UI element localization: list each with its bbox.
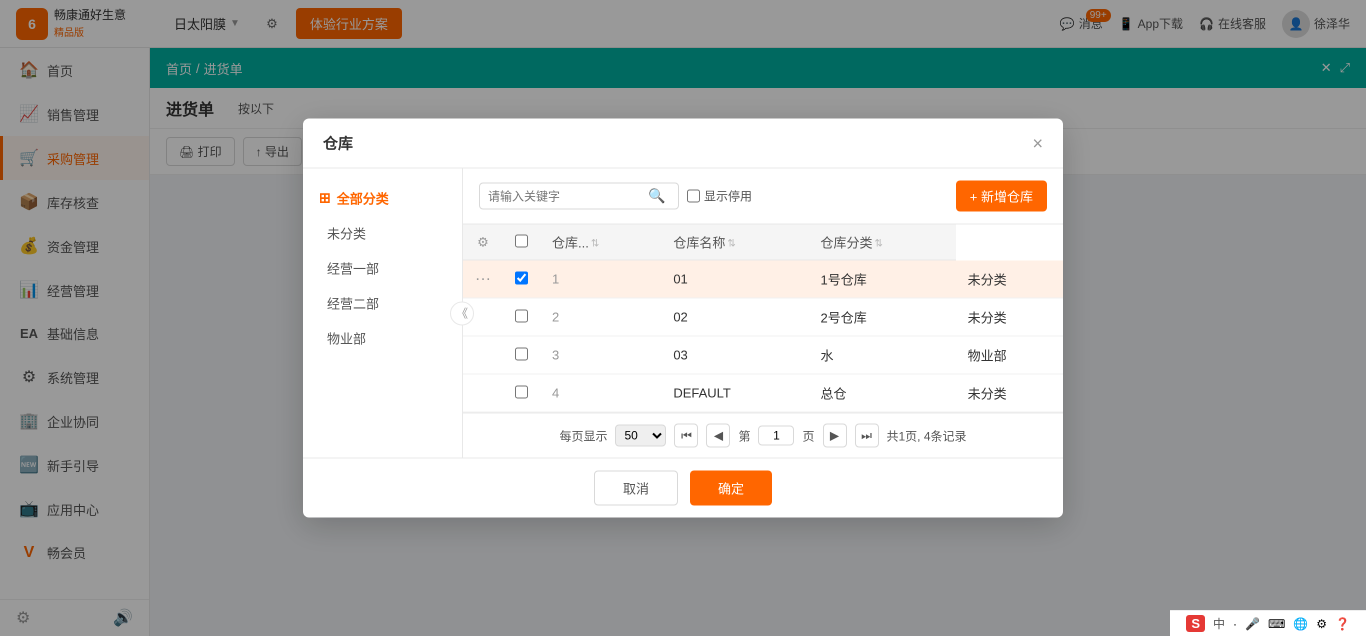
- s-icon: S: [1186, 615, 1205, 632]
- modal-title: 仓库: [323, 133, 353, 154]
- status-bar: S 中 · 🎤 ⌨ 🌐 ⚙ ❓: [1170, 610, 1366, 636]
- per-page-select[interactable]: 50 10 20 100: [615, 425, 666, 447]
- warehouse-table: ⚙ 仓库...⇅ 仓库名称⇅ 仓库分类⇅ ··· 1 01: [463, 225, 1063, 413]
- table-row[interactable]: 2 02 2号仓库 未分类: [463, 298, 1063, 336]
- row-num-1: 1: [540, 260, 661, 298]
- table-toolbar: 🔍 显示停用 + 新增仓库: [463, 169, 1063, 225]
- row-more[interactable]: ···: [463, 260, 503, 298]
- row-num-2: 2: [540, 298, 661, 336]
- collapse-category-button[interactable]: 《: [450, 301, 474, 325]
- row-num-4: 4: [540, 374, 661, 412]
- page-label: 第: [738, 427, 750, 444]
- page-number-input[interactable]: [758, 426, 794, 446]
- row-checkbox-3[interactable]: [503, 336, 540, 374]
- sort-icon-3: ⇅: [875, 239, 883, 250]
- search-icon[interactable]: 🔍: [648, 188, 665, 205]
- pagination: 每页显示 50 10 20 100 ⏮ ◀ 第 页 ▶ ⏭ 共1页, 4条记录: [463, 413, 1063, 458]
- confirm-button[interactable]: 确定: [690, 471, 772, 506]
- table-row[interactable]: ··· 1 01 1号仓库 未分类: [463, 260, 1063, 298]
- category-sidebar: ⊞ 全部分类 未分类 经营一部 经营二部 物业部 《: [303, 169, 463, 458]
- category-item-property[interactable]: 物业部: [303, 321, 462, 356]
- row-name-3: 水: [808, 336, 955, 374]
- row-category-3: 物业部: [956, 336, 1063, 374]
- warehouse-modal: 仓库 × ⊞ 全部分类 未分类 经营一部 经营二部 物业部 《 🔍: [303, 119, 1063, 518]
- col-category: 仓库分类⇅: [808, 225, 955, 261]
- first-page-button[interactable]: ⏮: [674, 424, 698, 448]
- col-checkbox: [503, 225, 540, 261]
- total-info: 共1页, 4条记录: [887, 427, 967, 444]
- category-header[interactable]: ⊞ 全部分类: [303, 181, 462, 216]
- table-header: ⚙ 仓库...⇅ 仓库名称⇅ 仓库分类⇅: [463, 225, 1063, 261]
- select-all-checkbox[interactable]: [515, 234, 528, 247]
- warehouse-table-wrapper: ⚙ 仓库...⇅ 仓库名称⇅ 仓库分类⇅ ··· 1 01: [463, 225, 1063, 413]
- last-page-button[interactable]: ⏭: [855, 424, 879, 448]
- prev-page-button[interactable]: ◀: [706, 424, 730, 448]
- cancel-button[interactable]: 取消: [594, 471, 678, 506]
- grid-icon: ⊞: [319, 190, 331, 207]
- modal-header: 仓库 ×: [303, 119, 1063, 169]
- chinese-icon: 中: [1213, 615, 1225, 632]
- per-page-label: 每页显示: [559, 427, 607, 444]
- search-box: 🔍: [479, 183, 679, 210]
- row-code-3: 03: [661, 336, 808, 374]
- row-checkbox-2[interactable]: [503, 298, 540, 336]
- sort-icon-2: ⇅: [727, 239, 735, 250]
- warehouse-table-body: ··· 1 01 1号仓库 未分类 2 02 2号仓库: [463, 260, 1063, 412]
- row-category-1: 未分类: [956, 260, 1063, 298]
- show-disabled-label[interactable]: 显示停用: [687, 188, 752, 205]
- table-row[interactable]: 4 DEFAULT 总仓 未分类: [463, 374, 1063, 412]
- sort-icon: ⇅: [591, 239, 599, 250]
- next-page-button[interactable]: ▶: [823, 424, 847, 448]
- category-all-label: 全部分类: [337, 189, 389, 208]
- col-warehouse-code: 仓库...⇅: [540, 225, 661, 261]
- row-more-3[interactable]: [463, 336, 503, 374]
- dot-icon: ·: [1233, 617, 1237, 631]
- category-item-ops2[interactable]: 经营二部: [303, 286, 462, 321]
- row-code-4: DEFAULT: [661, 374, 808, 412]
- search-input[interactable]: [488, 189, 648, 203]
- row-more-4[interactable]: [463, 374, 503, 412]
- row-name-2: 2号仓库: [808, 298, 955, 336]
- row-category-4: 未分类: [956, 374, 1063, 412]
- row-name-4: 总仓: [808, 374, 955, 412]
- category-item-ops1[interactable]: 经营一部: [303, 251, 462, 286]
- row-code-1: 01: [661, 260, 808, 298]
- page-suffix: 页: [802, 427, 814, 444]
- table-area: 🔍 显示停用 + 新增仓库 ⚙ 仓库...⇅ 仓库名称⇅: [463, 169, 1063, 458]
- help-icon[interactable]: ❓: [1335, 617, 1350, 631]
- translate-icon[interactable]: 🌐: [1293, 617, 1308, 631]
- table-row[interactable]: 3 03 水 物业部: [463, 336, 1063, 374]
- row-checkbox-1[interactable]: [503, 260, 540, 298]
- modal-footer: 取消 确定: [303, 458, 1063, 518]
- show-disabled-checkbox[interactable]: [687, 190, 700, 203]
- mic-icon[interactable]: 🎤: [1245, 617, 1260, 631]
- modal-body: ⊞ 全部分类 未分类 经营一部 经营二部 物业部 《 🔍 显示停用 + 新增仓库: [303, 169, 1063, 458]
- modal-close-button[interactable]: ×: [1032, 134, 1043, 152]
- col-settings: ⚙: [463, 225, 503, 261]
- settings-bar-icon[interactable]: ⚙: [1316, 617, 1327, 631]
- row-category-2: 未分类: [956, 298, 1063, 336]
- add-warehouse-button[interactable]: + 新增仓库: [956, 181, 1047, 212]
- show-disabled-text: 显示停用: [704, 188, 752, 205]
- category-item-unclassified[interactable]: 未分类: [303, 216, 462, 251]
- row-name-1: 1号仓库: [808, 260, 955, 298]
- col-warehouse-name: 仓库名称⇅: [661, 225, 808, 261]
- row-code-2: 02: [661, 298, 808, 336]
- keyboard-icon[interactable]: ⌨: [1268, 617, 1285, 631]
- row-checkbox-4[interactable]: [503, 374, 540, 412]
- row-num-3: 3: [540, 336, 661, 374]
